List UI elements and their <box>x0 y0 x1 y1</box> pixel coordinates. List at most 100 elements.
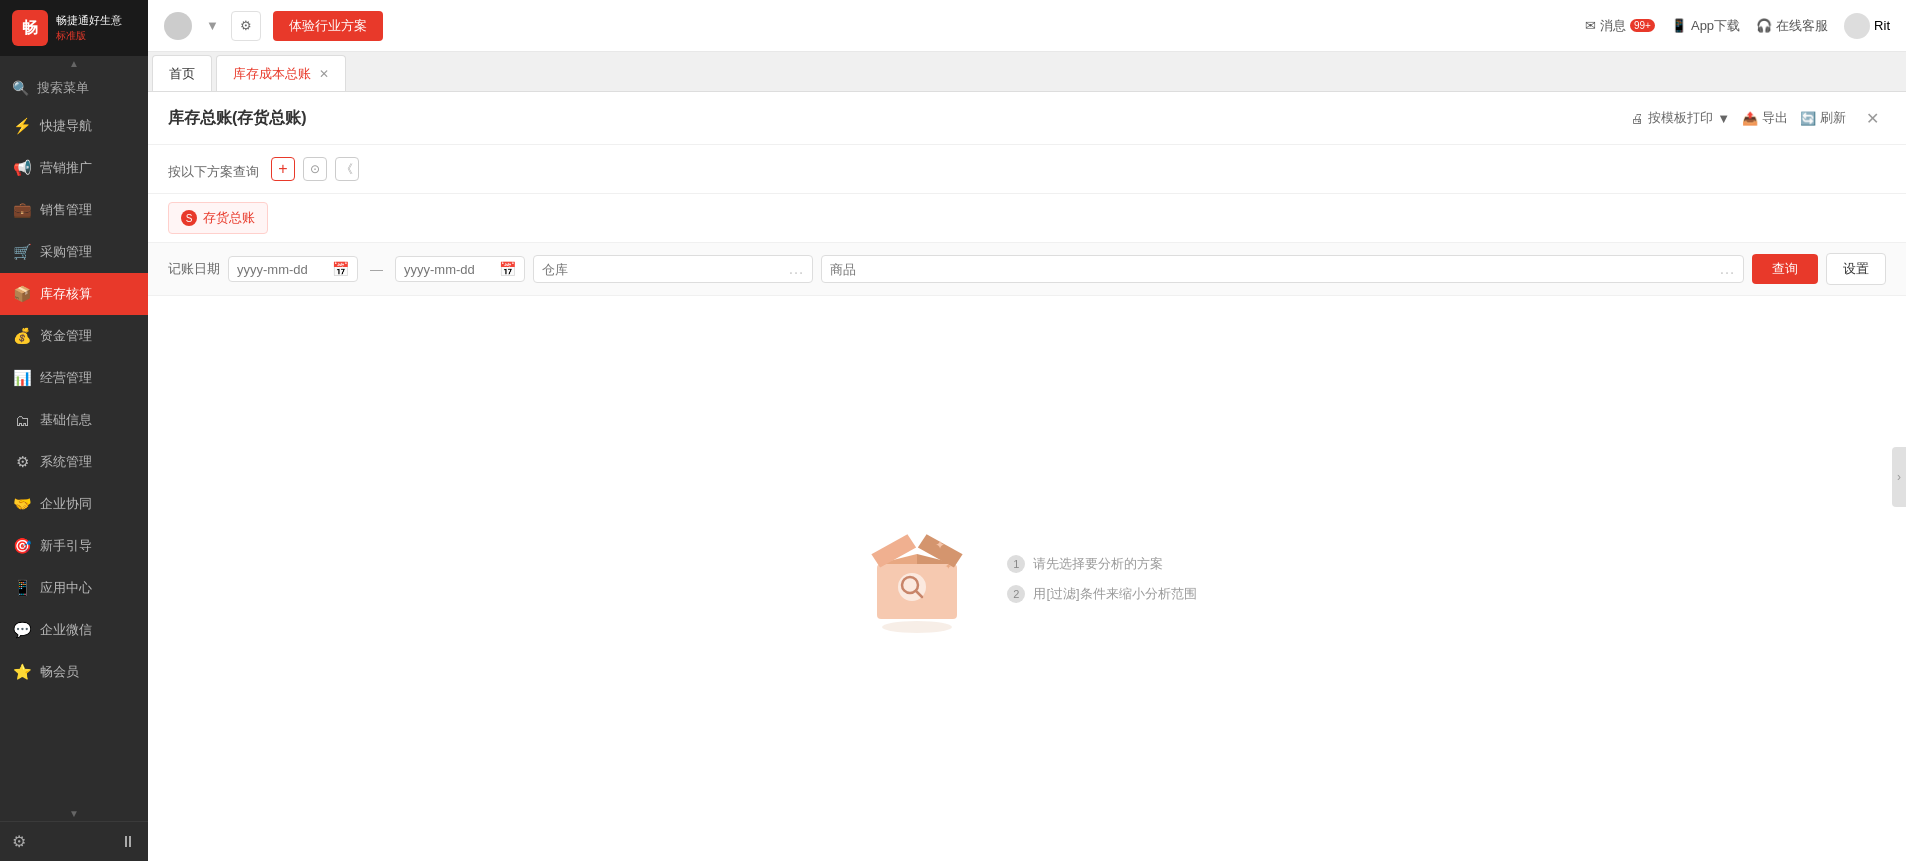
sidebar: 畅 畅捷通好生意 标准版 ▲ 🔍 搜索菜单 ⚡ 快捷导航 📢 营销推广 💼 销售… <box>0 0 148 861</box>
marketing-icon: 📢 <box>12 158 32 178</box>
purchase-icon: 🛒 <box>12 242 32 262</box>
inventory-icon: 📦 <box>12 284 32 304</box>
right-collapse-btn[interactable]: › <box>1892 447 1906 507</box>
tab-inventory-ledger[interactable]: 库存成本总账 ✕ <box>216 55 346 91</box>
product-input[interactable] <box>830 262 1715 277</box>
wechat-icon: 💬 <box>12 620 32 640</box>
refresh-icon: 🔄 <box>1800 111 1816 126</box>
scheme-icon: S <box>181 210 197 226</box>
print-icon: 🖨 <box>1631 111 1644 126</box>
product-more-btn[interactable]: … <box>1719 260 1735 278</box>
filter-panel: 按以下方案查询 + ⊙ 《 <box>148 145 1906 194</box>
topbar-user <box>164 12 198 40</box>
sidebar-bottom: ⚙ ⏸ <box>0 821 148 861</box>
filter-controls: + ⊙ 《 <box>271 157 1886 181</box>
hint-num-1: 1 <box>1007 555 1025 573</box>
industry-btn[interactable]: 体验行业方案 <box>273 11 383 41</box>
page-title: 库存总账(存货总账) <box>168 108 307 129</box>
header-actions: 🖨 按模板打印 ▼ 📤 导出 🔄 刷新 ✕ <box>1631 104 1886 132</box>
scheme-list: S 存货总账 <box>148 194 1906 243</box>
topbar-right: ✉ 消息 99+ 📱 App下载 🎧 在线客服 Rit <box>1585 13 1890 39</box>
page-content: 库存总账(存货总账) 🖨 按模板打印 ▼ 📤 导出 🔄 刷新 ✕ <box>148 92 1906 861</box>
message-badge: 99+ <box>1630 19 1655 32</box>
export-btn[interactable]: 📤 导出 <box>1742 109 1788 127</box>
bottom-audio-btn[interactable]: ⏸ <box>120 833 136 851</box>
print-dropdown-icon: ▼ <box>1717 111 1730 126</box>
topbar-user-right[interactable]: Rit <box>1844 13 1890 39</box>
filter-clear-btn[interactable]: ⊙ <box>303 157 327 181</box>
empty-hint-1: 1 请先选择要分析的方案 <box>1007 555 1196 573</box>
management-icon: 📊 <box>12 368 32 388</box>
empty-state: ✦ ✦ 1 请先选择要分析的方案 2 用[过滤]条件来缩小分析范围 <box>148 296 1906 861</box>
sidebar-item-management[interactable]: 📊 经营管理 <box>0 357 148 399</box>
sidebar-item-cooperation[interactable]: 🤝 企业协同 <box>0 483 148 525</box>
online-service-btn[interactable]: 🎧 在线客服 <box>1756 17 1828 35</box>
settings-field-btn[interactable]: 设置 <box>1826 253 1886 285</box>
filter-add-btn[interactable]: + <box>271 157 295 181</box>
app-center-icon: 📱 <box>12 578 32 598</box>
cooperation-icon: 🤝 <box>12 494 32 514</box>
hint-num-2: 2 <box>1007 585 1025 603</box>
date-label: 记账日期 <box>168 260 220 278</box>
member-icon: ⭐ <box>12 662 32 682</box>
tab-home[interactable]: 首页 <box>152 55 212 91</box>
empty-hint-2: 2 用[过滤]条件来缩小分析范围 <box>1007 585 1196 603</box>
export-icon: 📤 <box>1742 111 1758 126</box>
sales-icon: 💼 <box>12 200 32 220</box>
sidebar-item-member[interactable]: ⭐ 畅会员 <box>0 651 148 693</box>
basic-icon: 🗂 <box>12 410 32 430</box>
sidebar-item-finance[interactable]: 💰 资金管理 <box>0 315 148 357</box>
calendar-end-icon[interactable]: 📅 <box>499 261 516 277</box>
date-end-wrap: 📅 <box>395 256 525 282</box>
user-dropdown-btn[interactable]: ▼ <box>206 18 219 33</box>
warehouse-input[interactable] <box>542 262 784 277</box>
search-menu[interactable]: 🔍 搜索菜单 <box>0 71 148 105</box>
bottom-settings-btn[interactable]: ⚙ <box>12 832 26 851</box>
sidebar-item-quick-nav[interactable]: ⚡ 快捷导航 <box>0 105 148 147</box>
service-icon: 🎧 <box>1756 18 1772 33</box>
settings-icon: ⚙ <box>240 18 252 33</box>
warehouse-more-btn[interactable]: … <box>788 260 804 278</box>
sidebar-item-marketing[interactable]: 📢 营销推广 <box>0 147 148 189</box>
empty-text: 1 请先选择要分析的方案 2 用[过滤]条件来缩小分析范围 <box>1007 555 1196 603</box>
user-right-name: Rit <box>1874 18 1890 33</box>
user-avatar-right <box>1844 13 1870 39</box>
date-start-input[interactable] <box>237 262 328 277</box>
sidebar-item-guide[interactable]: 🎯 新手引导 <box>0 525 148 567</box>
date-end-input[interactable] <box>404 262 495 277</box>
svg-point-0 <box>882 621 952 633</box>
sidebar-nav: ⚡ 快捷导航 📢 营销推广 💼 销售管理 🛒 采购管理 📦 库存核算 💰 资金管… <box>0 105 148 806</box>
sidebar-item-app-center[interactable]: 📱 应用中心 <box>0 567 148 609</box>
topbar-settings-btn[interactable]: ⚙ <box>231 11 261 41</box>
sidebar-scroll-down[interactable]: ▼ <box>0 806 148 821</box>
topbar-left: ▼ ⚙ 体验行业方案 <box>164 11 1585 41</box>
refresh-btn[interactable]: 🔄 刷新 <box>1800 109 1846 127</box>
sidebar-item-sales[interactable]: 💼 销售管理 <box>0 189 148 231</box>
query-btn[interactable]: 查询 <box>1752 254 1818 284</box>
app-download-btn[interactable]: 📱 App下载 <box>1671 17 1740 35</box>
topbar: ▼ ⚙ 体验行业方案 ✉ 消息 99+ 📱 App下载 🎧 在线客服 Rit <box>148 0 1906 52</box>
filter-label: 按以下方案查询 <box>168 157 259 181</box>
calendar-start-icon[interactable]: 📅 <box>332 261 349 277</box>
sidebar-scroll-up[interactable]: ▲ <box>0 56 148 71</box>
logo-icon: 畅 <box>12 10 48 46</box>
scheme-item-inventory[interactable]: S 存货总账 <box>168 202 268 234</box>
svg-text:✦: ✦ <box>945 562 952 571</box>
main-area: ▼ ⚙ 体验行业方案 ✉ 消息 99+ 📱 App下载 🎧 在线客服 Rit <box>148 0 1906 861</box>
print-btn[interactable]: 🖨 按模板打印 ▼ <box>1631 109 1730 127</box>
sidebar-item-system[interactable]: ⚙ 系统管理 <box>0 441 148 483</box>
finance-icon: 💰 <box>12 326 32 346</box>
tabs-bar: 首页 库存成本总账 ✕ <box>148 52 1906 92</box>
sidebar-item-inventory[interactable]: 📦 库存核算 <box>0 273 148 315</box>
sidebar-item-wechat[interactable]: 💬 企业微信 <box>0 609 148 651</box>
filter-collapse-btn[interactable]: 《 <box>335 157 359 181</box>
page-header: 库存总账(存货总账) 🖨 按模板打印 ▼ 📤 导出 🔄 刷新 ✕ <box>148 92 1906 145</box>
message-icon: ✉ <box>1585 18 1596 33</box>
message-btn[interactable]: ✉ 消息 99+ <box>1585 17 1655 35</box>
tab-close-btn[interactable]: ✕ <box>319 67 329 81</box>
sidebar-item-basic[interactable]: 🗂 基础信息 <box>0 399 148 441</box>
search-icon: 🔍 <box>12 80 29 96</box>
close-panel-btn[interactable]: ✕ <box>1858 104 1886 132</box>
sidebar-item-purchase[interactable]: 🛒 采购管理 <box>0 231 148 273</box>
product-field: … <box>821 255 1744 283</box>
